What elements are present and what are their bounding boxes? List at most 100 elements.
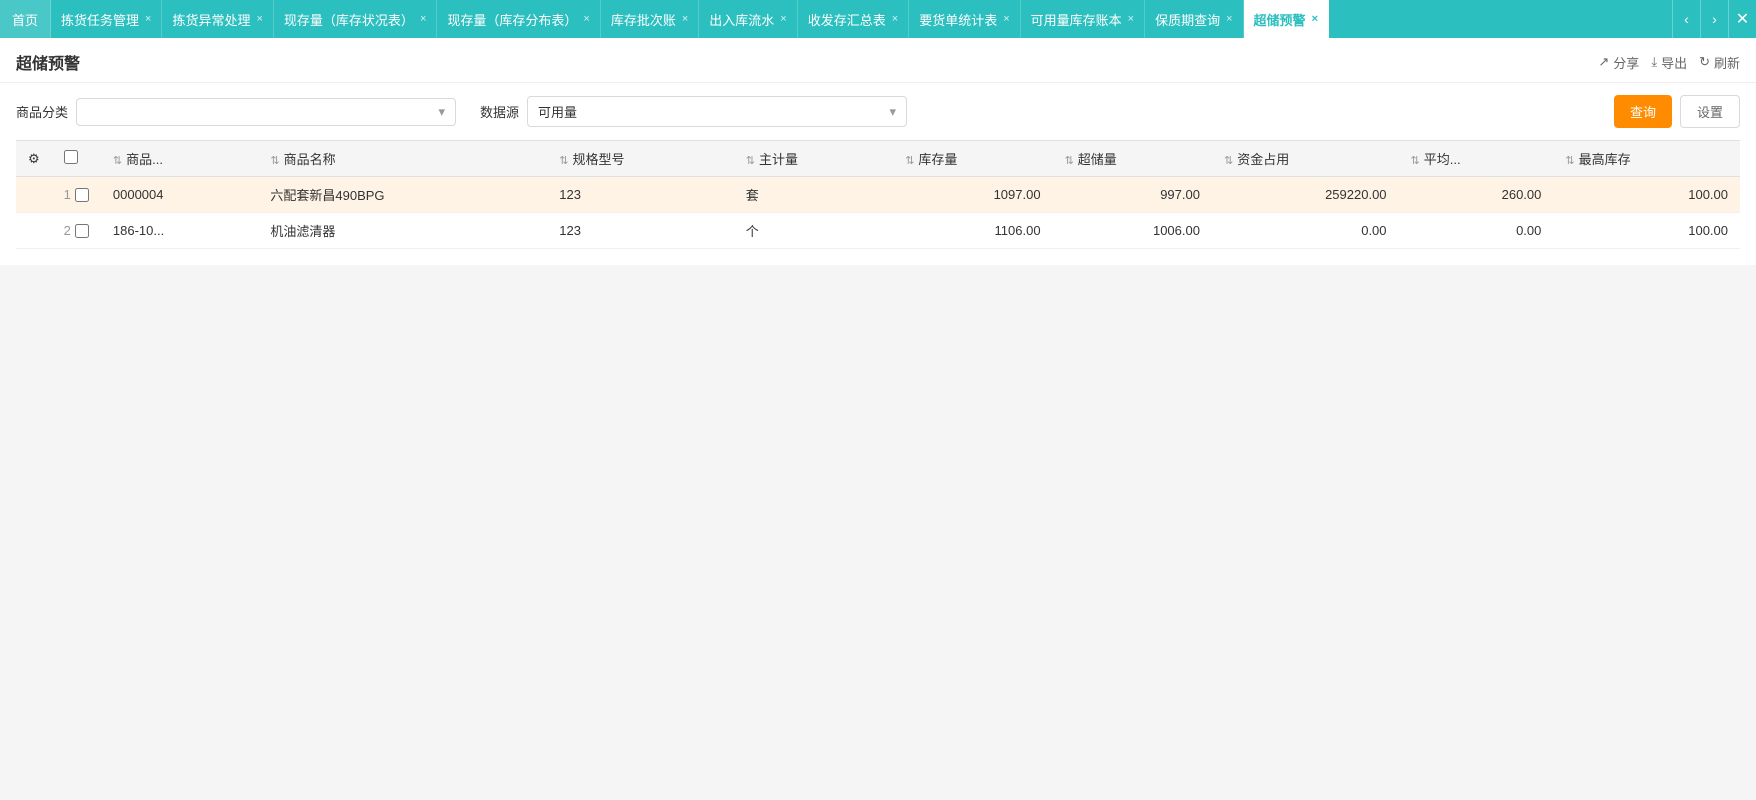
filter-actions: 查询 设置 [1614, 95, 1740, 128]
main-content: 超储预警 ↗ 分享 ⤓ 导出 ↻ 刷新 商品分类 ▾ 数据源 [0, 38, 1756, 265]
nav-tab[interactable]: 收发存汇总表 × [798, 0, 909, 38]
nav-tab[interactable]: 现存量（库存状况表）× [274, 0, 437, 38]
row-code: 186-10... [101, 213, 258, 249]
row-settings-cell [16, 177, 52, 213]
gear-icon[interactable]: ⚙ [28, 151, 40, 166]
col-header-avg[interactable]: ⇅平均... [1399, 141, 1554, 177]
select-all-checkbox[interactable] [64, 150, 78, 164]
commodity-category-arrow-icon: ▾ [438, 104, 445, 120]
col-label-name: 商品名称 [284, 152, 336, 167]
col-header-code[interactable]: ⇅商品... [101, 141, 258, 177]
page-title: 超储预警 [16, 50, 80, 74]
nav-tab-close-icon[interactable]: × [1226, 13, 1232, 25]
nav-tab[interactable]: 拣货异常处理 × [162, 0, 273, 38]
nav-tab-close-icon[interactable]: × [420, 13, 426, 25]
nav-tab-label: 现存量（库存分布表） [447, 10, 577, 29]
nav-tab[interactable]: 拣货任务管理 × [51, 0, 162, 38]
col-label-over: 超储量 [1078, 152, 1117, 167]
table-row: 1 0000004 六配套新昌490BPG 123 套 1097.00 997.… [16, 177, 1740, 213]
refresh-label: 刷新 [1714, 53, 1740, 72]
col-header-spec[interactable]: ⇅规格型号 [547, 141, 734, 177]
nav-tab-close-icon[interactable]: × [682, 13, 688, 25]
nav-tab[interactable]: 超储预警 × [1244, 0, 1329, 38]
share-label: 分享 [1613, 53, 1639, 72]
row-num-cell: 2 [52, 213, 101, 249]
data-source-filter: 数据源 可用量 ▾ [480, 96, 907, 127]
nav-home-label: 首页 [12, 10, 38, 29]
col-header-name[interactable]: ⇅商品名称 [258, 141, 547, 177]
nav-tab[interactable]: 现存量（库存分布表） × [437, 0, 600, 38]
col-header-capital[interactable]: ⇅资金占用 [1212, 141, 1399, 177]
nav-tab-close-icon[interactable]: × [892, 13, 898, 25]
col-header-stock[interactable]: ⇅库存量 [893, 141, 1052, 177]
nav-tab-close-icon[interactable]: × [583, 13, 589, 25]
nav-tab-close-icon[interactable]: × [1312, 13, 1318, 25]
data-source-value: 可用量 [538, 102, 577, 121]
table-container: ⚙ ⇅商品... ⇅商品名称 ⇅规格型号 ⇅主计量 [0, 140, 1756, 265]
refresh-button[interactable]: ↻ 刷新 [1699, 53, 1740, 72]
export-icon: ⤓ [1651, 54, 1657, 70]
col-header-max-stock[interactable]: ⇅最高库存 [1553, 141, 1740, 177]
nav-tab-label: 出入库流水 [709, 10, 774, 29]
nav-tab[interactable]: 出入库流水 × [699, 0, 797, 38]
row-checkbox[interactable] [75, 188, 89, 202]
commodity-category-filter: 商品分类 ▾ [16, 98, 456, 126]
row-settings-cell [16, 213, 52, 249]
row-avg: 0.00 [1399, 213, 1554, 249]
nav-next-arrow[interactable]: › [1700, 0, 1728, 38]
query-button[interactable]: 查询 [1614, 95, 1672, 128]
row-capital: 0.00 [1212, 213, 1399, 249]
row-unit: 个 [734, 213, 893, 249]
row-name: 六配套新昌490BPG [258, 177, 547, 213]
nav-tab-label: 拣货任务管理 [61, 10, 139, 29]
col-header-settings: ⚙ [16, 141, 52, 177]
share-button[interactable]: ↗ 分享 [1598, 53, 1639, 72]
row-number: 2 [64, 223, 71, 238]
commodity-category-select[interactable]: ▾ [76, 98, 456, 126]
nav-tab-close-icon[interactable]: × [1128, 13, 1134, 25]
row-checkbox[interactable] [75, 224, 89, 238]
nav-tab-label: 要货单统计表 [919, 10, 997, 29]
nav-prev-arrow[interactable]: ‹ [1672, 0, 1700, 38]
nav-tab[interactable]: 保质期查询 × [1145, 0, 1243, 38]
nav-tab[interactable]: 可用量库存账本 × [1021, 0, 1145, 38]
export-button[interactable]: ⤓ 导出 [1651, 53, 1687, 72]
settings-button[interactable]: 设置 [1680, 95, 1740, 128]
row-unit: 套 [734, 177, 893, 213]
row-over: 997.00 [1053, 177, 1212, 213]
refresh-icon: ↻ [1699, 54, 1710, 70]
col-header-checkbox[interactable] [52, 141, 101, 177]
nav-tab-close-icon[interactable]: × [256, 13, 262, 25]
col-label-capital: 资金占用 [1237, 152, 1289, 167]
row-num-cell: 1 [52, 177, 101, 213]
commodity-category-label: 商品分类 [16, 102, 68, 121]
nav-close-all-button[interactable]: ✕ [1728, 0, 1756, 38]
nav-tab-label: 库存批次账 [611, 10, 676, 29]
col-header-over[interactable]: ⇅超储量 [1053, 141, 1212, 177]
row-name: 机油滤清器 [258, 213, 547, 249]
nav-tab-close-icon[interactable]: × [145, 13, 151, 25]
share-icon: ↗ [1598, 54, 1609, 70]
col-label-max-stock: 最高库存 [1579, 152, 1631, 167]
col-header-unit[interactable]: ⇅主计量 [734, 141, 893, 177]
nav-tab-close-icon[interactable]: × [780, 13, 786, 25]
row-over: 1006.00 [1053, 213, 1212, 249]
nav-tab-label: 拣货异常处理 [172, 10, 250, 29]
nav-tab-label: 收发存汇总表 [808, 10, 886, 29]
row-stock: 1106.00 [893, 213, 1052, 249]
table-row: 2 186-10... 机油滤清器 123 个 1106.00 1006.00 … [16, 213, 1740, 249]
col-label-unit: 主计量 [759, 152, 798, 167]
header-actions: ↗ 分享 ⤓ 导出 ↻ 刷新 [1598, 53, 1740, 72]
data-source-arrow-icon: ▾ [890, 104, 897, 120]
nav-tab-close-icon[interactable]: × [1003, 13, 1009, 25]
nav-tab[interactable]: 库存批次账 × [601, 0, 699, 38]
nav-tab-label: 可用量库存账本 [1031, 10, 1122, 29]
nav-tab-label: 保质期查询 [1155, 10, 1220, 29]
nav-tab[interactable]: 要货单统计表 × [909, 0, 1020, 38]
table-header-row: ⚙ ⇅商品... ⇅商品名称 ⇅规格型号 ⇅主计量 [16, 141, 1740, 177]
row-max-stock: 100.00 [1553, 177, 1740, 213]
col-label-spec: 规格型号 [572, 152, 624, 167]
nav-tab-label: 超储预警 [1254, 10, 1306, 29]
nav-home[interactable]: 首页 [0, 0, 51, 38]
data-source-select[interactable]: 可用量 ▾ [527, 96, 907, 127]
